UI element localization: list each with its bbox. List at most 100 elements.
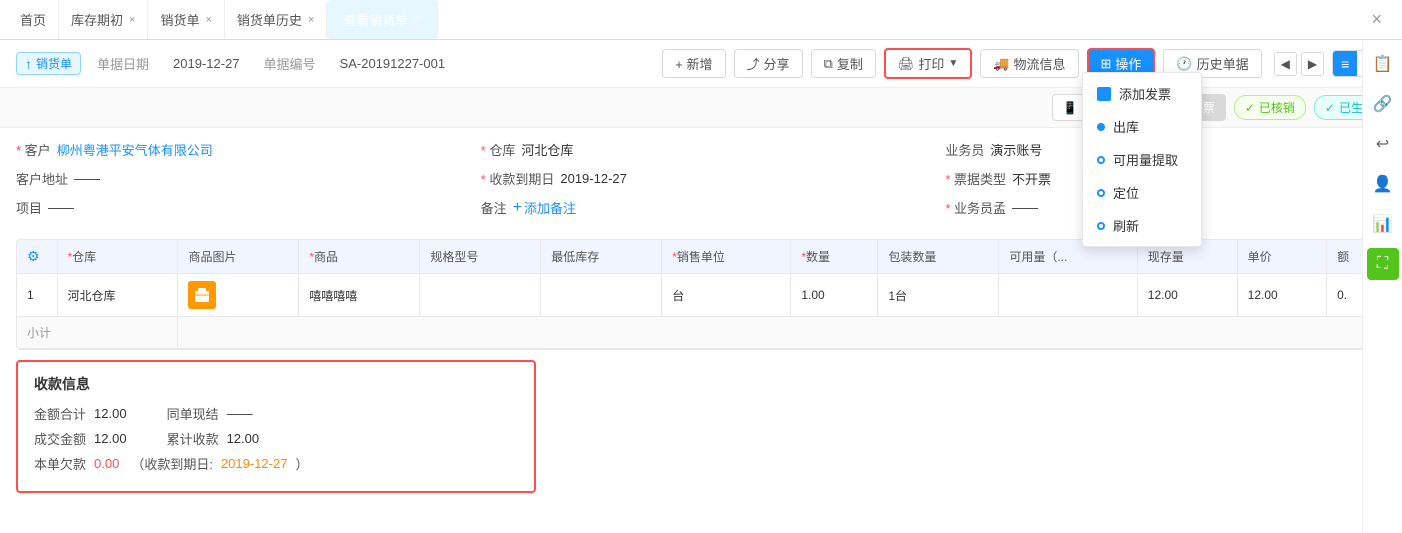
tab-view-sales-close[interactable]: × bbox=[414, 14, 420, 26]
outbound-icon bbox=[1097, 123, 1105, 131]
deal-amount-field: 成交金额 12.00 bbox=[34, 429, 127, 448]
tab-inventory-init[interactable]: 库存期初 × bbox=[59, 0, 148, 39]
row-product-img bbox=[178, 274, 299, 317]
doc-no-label: 单据编号 bbox=[264, 54, 316, 73]
table-wrapper: ⚙ *仓库 商品图片 *商品 规格型号 最低库存 *销售单位 *数量 包装数量 … bbox=[16, 239, 1386, 350]
prev-button[interactable]: ◀ bbox=[1274, 52, 1297, 76]
row-pack-qty: 1台 bbox=[878, 274, 999, 317]
add-invoice-label: 添加发票 bbox=[1119, 84, 1171, 103]
row-stock: 12.00 bbox=[1137, 274, 1237, 317]
product-image bbox=[188, 281, 216, 309]
sidebar-icon-link[interactable]: 🔗 bbox=[1367, 88, 1399, 120]
sidebar-icon-clipboard[interactable]: 📋 bbox=[1367, 48, 1399, 80]
outbound-label: 出库 bbox=[1113, 117, 1139, 136]
sidebar-icon-fullscreen[interactable]: ⛶ bbox=[1367, 248, 1399, 280]
history-icon: 🕐 bbox=[1176, 56, 1192, 72]
current-owed-value: 0.00 bbox=[94, 456, 119, 471]
ticket-type-label: 票据类型 bbox=[945, 169, 1006, 188]
product-img-col-header: 商品图片 bbox=[178, 240, 299, 274]
available-extract-label: 可用量提取 bbox=[1113, 150, 1178, 169]
next-button[interactable]: ▶ bbox=[1301, 52, 1324, 76]
window-close-button[interactable]: × bbox=[1359, 9, 1394, 30]
due-date-info-close: ） bbox=[295, 454, 308, 473]
project-field: 项目 —— bbox=[16, 198, 457, 217]
refresh-item[interactable]: 刷新 bbox=[1083, 209, 1201, 242]
min-stock-col-header: 最低库存 bbox=[541, 240, 662, 274]
accumulated-payment-label: 累计收款 bbox=[167, 429, 219, 448]
warehouse-label: 仓库 bbox=[481, 140, 516, 159]
table-scroll: ⚙ *仓库 商品图片 *商品 规格型号 最低库存 *销售单位 *数量 包装数量 … bbox=[17, 240, 1385, 349]
operate-icon: ⊞ bbox=[1101, 56, 1112, 72]
doc-meta: 单据日期 2019-12-27 单据编号 SA-20191227-001 bbox=[97, 54, 445, 73]
row-no: 1 bbox=[17, 274, 57, 317]
tab-view-sales[interactable]: 查看销货单 × bbox=[327, 0, 437, 39]
table-row: 1 河北仓库 bbox=[17, 274, 1385, 317]
refresh-label: 刷新 bbox=[1113, 216, 1139, 235]
refresh-icon bbox=[1097, 222, 1105, 230]
header-actions: + 新增 ⤴ 分享 ⧉ 复制 🖨 打印 ▼ 🚚 物流信息 bbox=[662, 48, 1386, 79]
share-icon: ⤴ bbox=[747, 54, 760, 73]
new-button[interactable]: + 新增 bbox=[662, 49, 725, 78]
copy-icon: ⧉ bbox=[824, 56, 833, 72]
sidebar-icon-undo[interactable]: ↩ bbox=[1367, 128, 1399, 160]
accumulated-payment-value: 12.00 bbox=[227, 431, 260, 446]
customer-label: 客户 bbox=[16, 140, 51, 159]
due-date-value: 2019-12-27 bbox=[560, 171, 627, 186]
doc-no-value: SA-20191227-001 bbox=[340, 56, 446, 71]
current-owed-label: 本单欠款 bbox=[34, 454, 86, 473]
address-value: —— bbox=[74, 171, 100, 186]
bottom-panel: 收款信息 金额合计 12.00 同单现结 —— 成交金额 12.00 累计收款 bbox=[16, 360, 536, 493]
panel-row-3: 本单欠款 0.00 （收款到期日: 2019-12-27 ） bbox=[34, 454, 518, 473]
tab-sales-history-close[interactable]: × bbox=[308, 14, 314, 26]
tab-sales-order[interactable]: 销货单 × bbox=[148, 0, 224, 39]
warehouse-col-header: *仓库 bbox=[57, 240, 178, 274]
subtotal-row: 小计 bbox=[17, 317, 1385, 349]
sales-order-icon: ↑ bbox=[25, 56, 32, 72]
copy-button[interactable]: ⧉ 复制 bbox=[811, 49, 876, 78]
sidebar-icon-chart[interactable]: 📊 bbox=[1367, 208, 1399, 240]
total-amount-field: 金额合计 12.00 bbox=[34, 404, 127, 423]
logistics-icon: 🚚 bbox=[993, 56, 1009, 72]
share-button[interactable]: ⤴ 分享 bbox=[734, 49, 803, 78]
column-settings-icon[interactable]: ⚙ bbox=[27, 248, 40, 264]
logistics-button[interactable]: 🚚 物流信息 bbox=[980, 49, 1078, 78]
list-view-button[interactable]: ≡ bbox=[1333, 51, 1357, 76]
tab-bar: 首页 库存期初 × 销货单 × 销货单历史 × 查看销货单 × × bbox=[0, 0, 1402, 40]
panel-title: 收款信息 bbox=[34, 374, 518, 394]
due-date-info-value: 2019-12-27 bbox=[221, 456, 288, 471]
remark-add-button[interactable]: + 添加备注 bbox=[513, 198, 576, 217]
settings-col-header: ⚙ bbox=[17, 240, 57, 274]
tab-home[interactable]: 首页 bbox=[8, 0, 59, 39]
confirmed-badge: ✓ 已核销 bbox=[1234, 95, 1306, 120]
tab-sales-history[interactable]: 销货单历史 × bbox=[225, 0, 327, 39]
same-order-settle-field: 同单现结 —— bbox=[167, 404, 253, 423]
panel-row-2: 成交金额 12.00 累计收款 12.00 bbox=[34, 429, 518, 448]
warehouse-value: 河北仓库 bbox=[521, 140, 573, 159]
salesperson-value: —— bbox=[1012, 200, 1038, 215]
staff-label: 业务员 bbox=[945, 140, 984, 159]
due-date-field: 收款到期日 2019-12-27 bbox=[481, 169, 922, 188]
address-label: 客户地址 bbox=[16, 169, 68, 188]
print-button[interactable]: 🖨 打印 ▼ bbox=[884, 48, 972, 79]
mobile-icon: 📱 bbox=[1063, 101, 1078, 115]
quantity-col-header: *数量 bbox=[791, 240, 878, 274]
available-extract-icon bbox=[1097, 156, 1105, 164]
add-invoice-item[interactable]: 添加发票 bbox=[1083, 77, 1201, 110]
sidebar-icon-user[interactable]: 👤 bbox=[1367, 168, 1399, 200]
tab-inventory-close[interactable]: × bbox=[129, 14, 135, 26]
row-warehouse: 河北仓库 bbox=[57, 274, 178, 317]
warehouse-field: 仓库 河北仓库 bbox=[481, 140, 922, 159]
customer-value[interactable]: 柳州粤港平安气体有限公司 bbox=[57, 140, 213, 159]
available-extract-item[interactable]: 可用量提取 bbox=[1083, 143, 1201, 176]
locate-item[interactable]: 定位 bbox=[1083, 176, 1201, 209]
ticket-type-value: 不开票 bbox=[1012, 169, 1051, 188]
project-value: —— bbox=[48, 200, 74, 215]
spec-col-header: 规格型号 bbox=[420, 240, 541, 274]
tab-sales-close[interactable]: × bbox=[205, 14, 211, 26]
staff-value: 演示账号 bbox=[990, 140, 1042, 159]
unit-price-col-header: 单价 bbox=[1237, 240, 1326, 274]
check-icon: ✓ bbox=[1245, 101, 1255, 115]
row-available bbox=[999, 274, 1137, 317]
outbound-item[interactable]: 出库 bbox=[1083, 110, 1201, 143]
add-invoice-icon bbox=[1097, 87, 1111, 101]
